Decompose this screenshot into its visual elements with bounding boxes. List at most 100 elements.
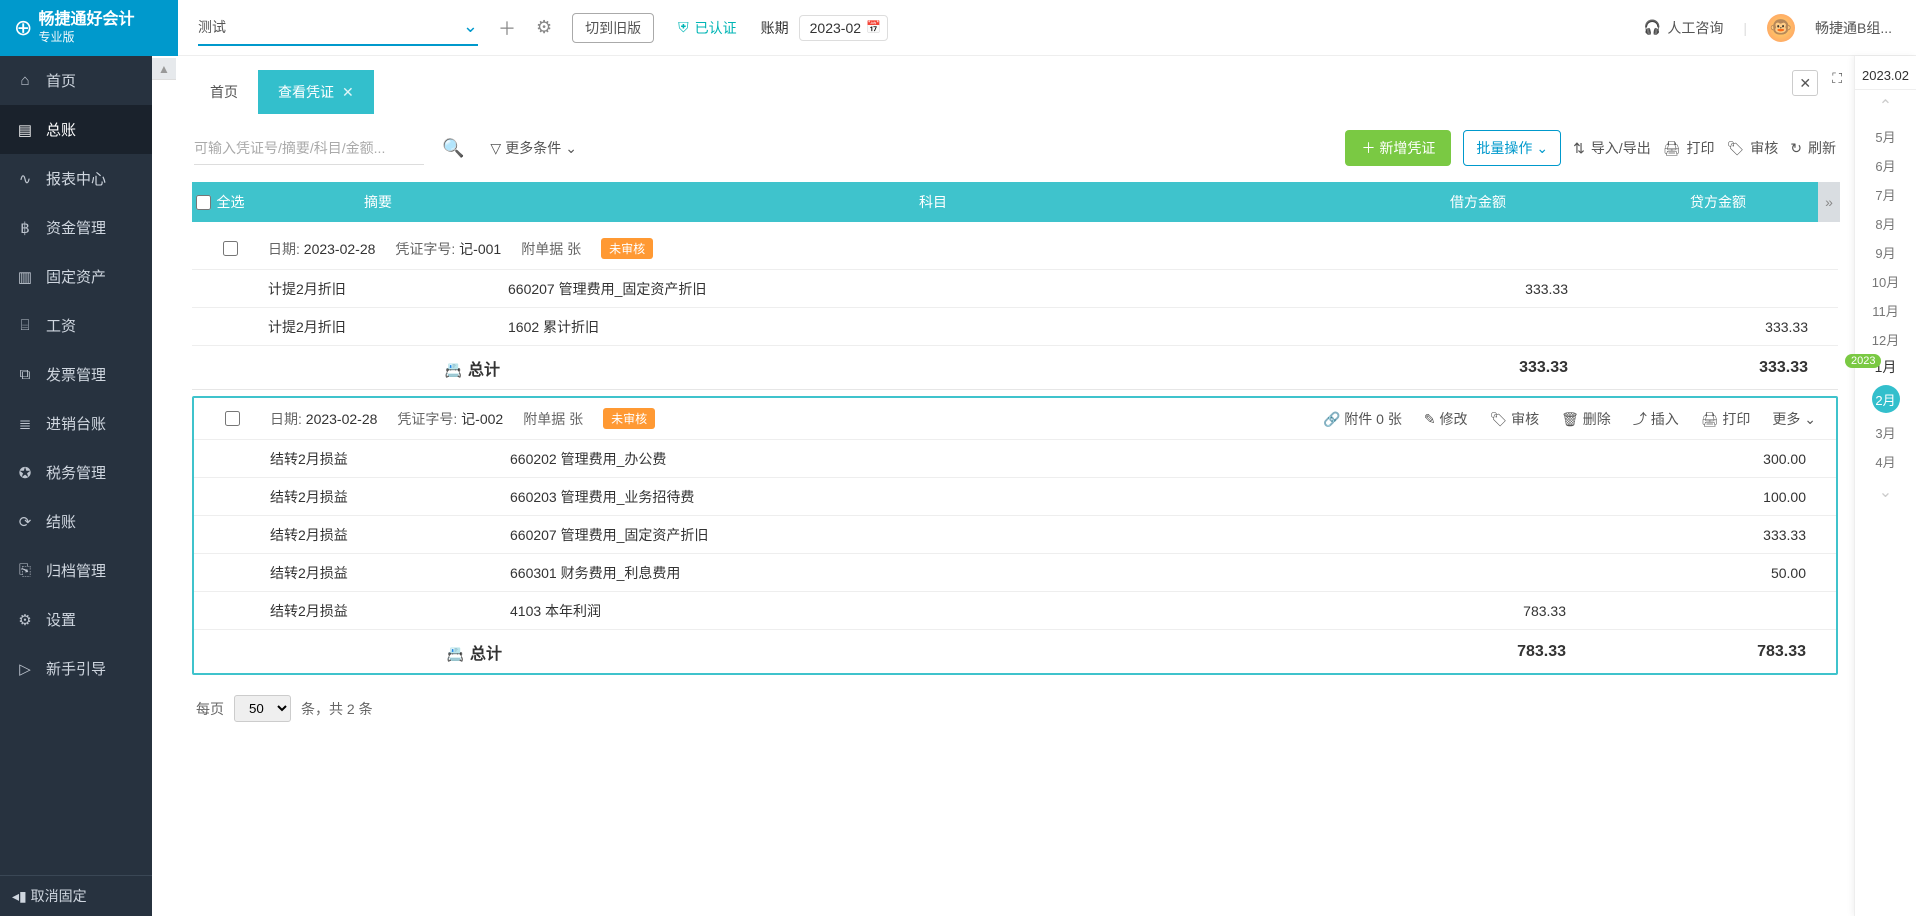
nav-icon: ⌸ [16, 317, 34, 334]
scroll-up-icon[interactable]: ⌃ [1879, 96, 1892, 116]
cell-summary: 结转2月损益 [250, 563, 510, 583]
cell-subject: 660301 财务费用_利息费用 [510, 563, 1356, 583]
sidebar-item[interactable]: ▥固定资产 [0, 252, 152, 301]
unpin-label: 取消固定 [31, 888, 87, 904]
select-all-label[interactable]: 全选 [217, 192, 245, 212]
nav-label: 新手引导 [46, 658, 106, 679]
consult-button[interactable]: 🎧人工咨询 [1644, 18, 1723, 38]
sidebar-item[interactable]: ⎘归档管理 [0, 546, 152, 595]
print-row-button[interactable]: 🖨 打印 [1701, 409, 1751, 429]
more-label: 更多条件 [505, 138, 561, 158]
month-item[interactable]: 7月 [1872, 180, 1899, 209]
switch-old-button[interactable]: 切到旧版 [572, 13, 654, 43]
sidebar-item[interactable]: ≣进销台账 [0, 399, 152, 448]
audit-button[interactable]: 🏷审核 [1726, 138, 1778, 158]
sidebar-item[interactable]: ✪税务管理 [0, 448, 152, 497]
tab-home[interactable]: 首页 [190, 70, 258, 114]
sidebar-item[interactable]: ⌸工资 [0, 301, 152, 350]
sidebar-item[interactable]: ฿资金管理 [0, 203, 152, 252]
fullscreen-icon[interactable]: ⛶ [1832, 70, 1842, 96]
tab-label: 查看凭证 [278, 82, 334, 102]
nav-label: 资金管理 [46, 217, 106, 238]
edit-button[interactable]: ✎ 修改 [1424, 409, 1468, 429]
import-export-button[interactable]: ⇅导入/导出 [1573, 138, 1651, 158]
row-checkbox[interactable] [223, 241, 238, 256]
expand-columns-button[interactable]: » [1818, 182, 1840, 222]
cell-credit: 300.00 [1596, 451, 1836, 467]
more-row-button[interactable]: 更多 ⌄ [1772, 409, 1816, 429]
sidebar-item[interactable]: ⚙设置 [0, 595, 152, 644]
month-item[interactable]: 3月 [1872, 418, 1900, 447]
search-icon[interactable]: 🔍 [442, 138, 464, 159]
cell-summary: 结转2月损益 [250, 525, 510, 545]
sidebar-item[interactable]: ▷新手引导 [0, 644, 152, 693]
select-all-checkbox[interactable] [196, 195, 211, 210]
month-item[interactable]: 12月 [1872, 325, 1899, 354]
close-icon[interactable]: ✕ [342, 84, 354, 101]
org-selector[interactable]: 测试 ⌄ [198, 10, 478, 46]
nav-icon: ⚙ [16, 611, 34, 629]
nav-label: 报表中心 [46, 168, 106, 189]
search-input[interactable]: 可输入凭证号/摘要/科目/金额... [194, 132, 424, 165]
audit-row-button[interactable]: 🏷 审核 [1489, 409, 1539, 429]
sidebar-item[interactable]: ⟳结账 [0, 497, 152, 546]
audit-label: 审核 [1750, 138, 1778, 158]
sidebar: ⌂首页▤总账∿报表中心฿资金管理▥固定资产⌸工资⧉发票管理≣进销台账✪税务管理⟳… [0, 56, 152, 916]
insert-button[interactable]: ⤴ 插入 [1633, 409, 1679, 429]
month-item[interactable]: 6月 [1872, 151, 1899, 180]
voucher-card[interactable]: 日期: 2023-02-28 凭证字号: 记-002 附单据 张 未审核 🔗 附… [192, 396, 1838, 675]
voucher-line[interactable]: 结转2月损益 660202 管理费用_办公费 300.00 [194, 439, 1836, 477]
month-item[interactable]: 8月 [1872, 209, 1899, 238]
voucher-line[interactable]: 结转2月损益 660301 财务费用_利息费用 50.00 [194, 553, 1836, 591]
sidebar-item[interactable]: ⧉发票管理 [0, 350, 152, 399]
month-item[interactable]: 4月 [1872, 447, 1900, 476]
gear-icon[interactable]: ⚙ [536, 17, 552, 38]
tab-view-voucher[interactable]: 查看凭证 ✕ [258, 70, 374, 114]
cell-summary: 结转2月损益 [250, 601, 510, 621]
nav-icon: ⧉ [16, 366, 34, 383]
refresh-button[interactable]: ↻刷新 [1790, 138, 1836, 158]
pager-text: 条，共 2 条 [301, 699, 373, 719]
voucher-line[interactable]: 计提2月折旧 1602 累计折旧 333.33 [192, 307, 1838, 345]
attachments-button[interactable]: 🔗 附件 0 张 [1323, 409, 1402, 429]
voucher-line[interactable]: 计提2月折旧 660207 管理费用_固定资产折旧 333.33 [192, 269, 1838, 307]
new-voucher-button[interactable]: ＋ 新增凭证 [1345, 130, 1451, 166]
sidebar-item[interactable]: ▤总账 [0, 105, 152, 154]
sidebar-item[interactable]: ⌂首页 [0, 56, 152, 105]
user-name[interactable]: 畅捷通B组... [1815, 18, 1892, 38]
month-item[interactable]: 9月 [1872, 238, 1899, 267]
period-picker[interactable]: 2023-02 [799, 15, 888, 41]
cell-debit: 333.33 [1358, 281, 1598, 297]
month-item[interactable]: 11月 [1872, 296, 1899, 325]
nav-label: 归档管理 [46, 560, 106, 581]
delete-button[interactable]: 🗑 删除 [1561, 409, 1611, 429]
page-size-select[interactable]: 50 [234, 695, 291, 722]
transfer-icon: ⇅ [1573, 140, 1585, 157]
more-filter-button[interactable]: ▽更多条件 ⌄ [490, 138, 577, 158]
scroll-down-icon[interactable]: ⌄ [1879, 482, 1892, 502]
voucher-line[interactable]: 结转2月损益 660207 管理费用_固定资产折旧 333.33 [194, 515, 1836, 553]
cell-summary: 计提2月折旧 [248, 279, 508, 299]
nav-icon: ▤ [16, 121, 34, 139]
app-header: ⊕ 畅捷通好会计 专业版 测试 ⌄ ＋ ⚙ 切到旧版 ⛨ 已认证 账期 2023… [0, 0, 1916, 56]
logo-area: ⊕ 畅捷通好会计 专业版 [0, 0, 178, 56]
print-button[interactable]: 🖨打印 [1663, 138, 1715, 158]
voucher-line[interactable]: 结转2月损益 660203 管理费用_业务招待费 100.00 [194, 477, 1836, 515]
org-name: 测试 [198, 17, 226, 37]
month-item[interactable]: 5月 [1872, 122, 1899, 151]
month-item[interactable]: 2月 [1872, 380, 1900, 418]
avatar[interactable]: 🐵 [1767, 14, 1795, 42]
voucher-card[interactable]: 日期: 2023-02-28 凭证字号: 记-001 附单据 张 未审核 计提2… [192, 228, 1838, 390]
product-name: 畅捷通好会计 [38, 11, 134, 29]
voucher-total: 📇总计 333.33 333.33 [192, 345, 1838, 389]
unpin-sidebar[interactable]: ◂▮ 取消固定 [0, 875, 152, 916]
month-item[interactable]: 1月 [1875, 359, 1897, 375]
batch-action-button[interactable]: 批量操作⌄ [1463, 130, 1561, 166]
row-checkbox[interactable] [225, 411, 240, 426]
plus-icon[interactable]: ＋ [498, 15, 516, 41]
month-item[interactable]: 10月 [1872, 267, 1899, 296]
sidebar-item[interactable]: ∿报表中心 [0, 154, 152, 203]
voucher-line[interactable]: 结转2月损益 4103 本年利润 783.33 [194, 591, 1836, 629]
total-icon: 📇 [447, 646, 464, 662]
close-tab-button[interactable]: ✕ [1792, 70, 1818, 96]
